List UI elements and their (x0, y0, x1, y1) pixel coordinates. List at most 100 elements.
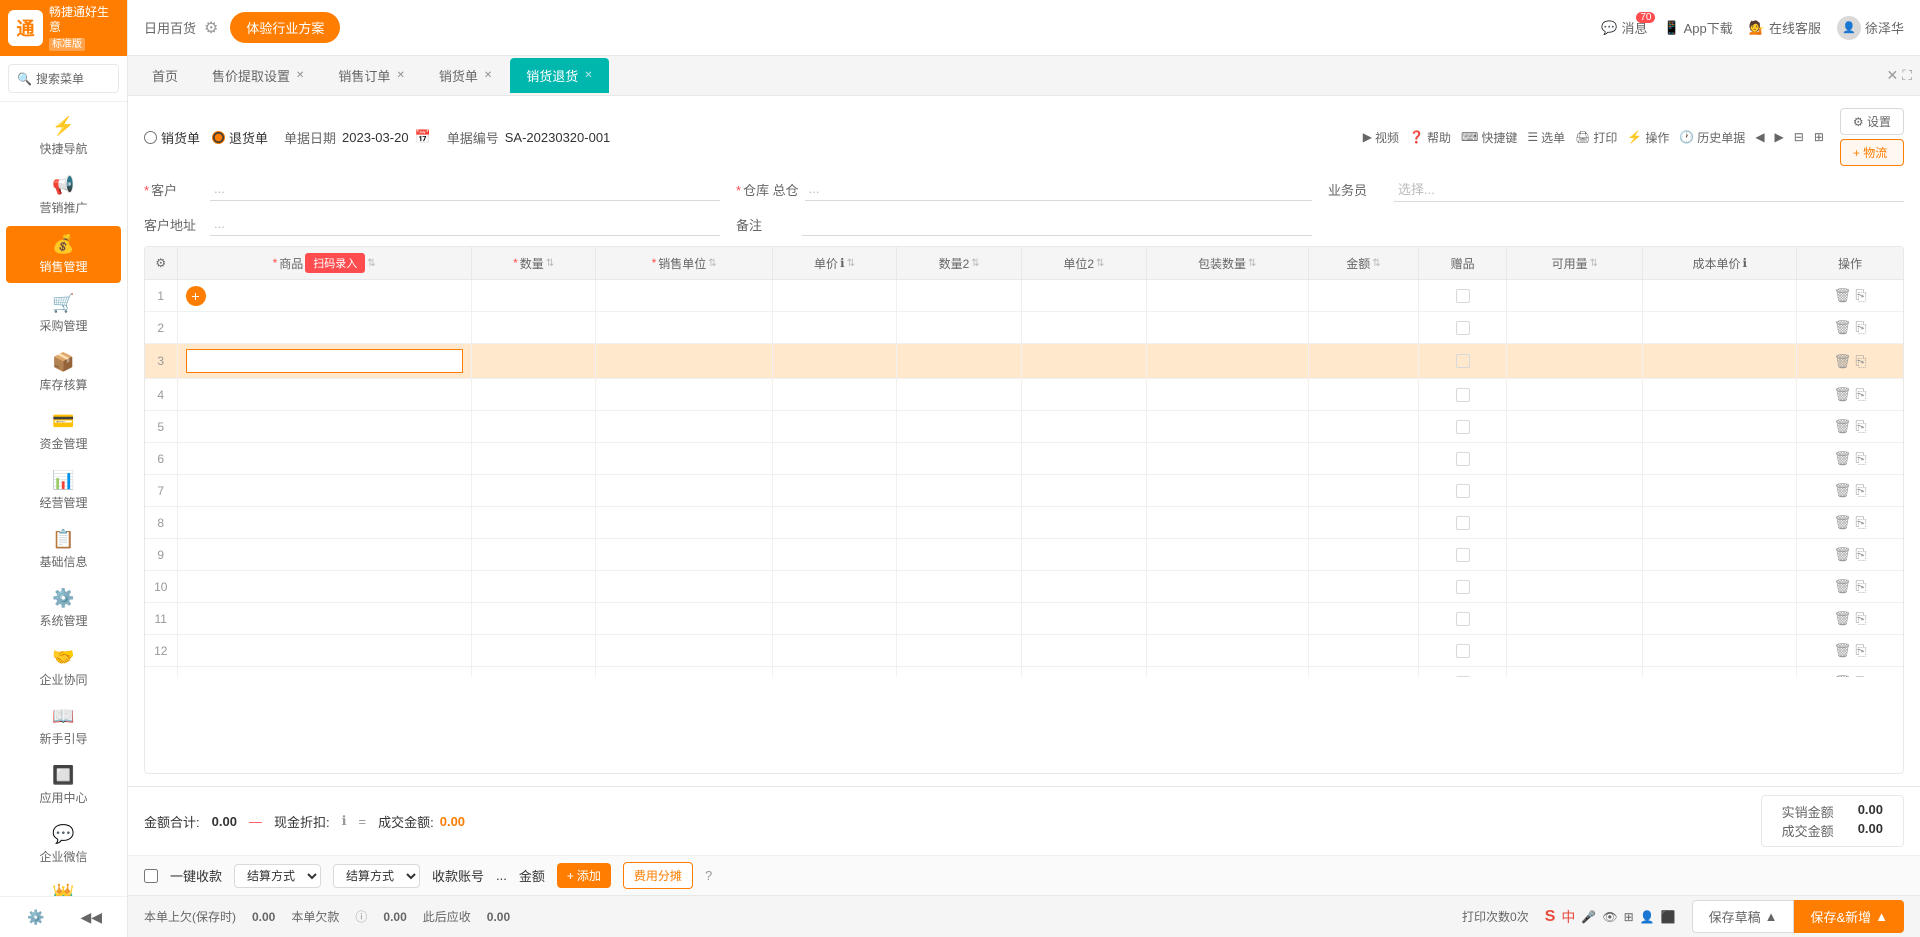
unit2-cell-5[interactable] (1022, 411, 1147, 443)
pack-qty-cell-6[interactable] (1146, 443, 1308, 475)
sidebar-item-资金管理[interactable]: 💳资金管理 (6, 403, 121, 460)
sale-unit-cell-5[interactable] (596, 411, 772, 443)
sale-unit-cell-3[interactable] (596, 344, 772, 379)
unit2-cell-11[interactable] (1022, 603, 1147, 635)
sale-unit-cell-4[interactable] (596, 379, 772, 411)
unit2-sort-icon[interactable]: ⇅ (1096, 258, 1104, 269)
amount-cell-1[interactable] (1308, 280, 1418, 312)
gift-cell-11[interactable] (1419, 603, 1507, 635)
qty-cell-10[interactable] (471, 571, 596, 603)
add-row-button[interactable]: + (186, 286, 206, 306)
search-menu-button[interactable]: 🔍 搜索菜单 (8, 64, 119, 93)
gift-checkbox-5[interactable] (1456, 420, 1470, 434)
next-button[interactable]: ▶ (1775, 130, 1784, 144)
online-service-button[interactable]: 💁 在线客服 (1749, 18, 1821, 37)
draft-dropdown-icon[interactable]: ▲ (1765, 909, 1778, 924)
type-return-radio[interactable] (212, 131, 225, 144)
unit2-cell-1[interactable] (1022, 280, 1147, 312)
product-sort-icon[interactable]: ⇅ (367, 258, 375, 269)
pack-qty-cell-11[interactable] (1146, 603, 1308, 635)
copy-row-9[interactable]: ⎘ (1855, 546, 1866, 563)
copy-row-7[interactable]: ⎘ (1855, 482, 1866, 499)
maximize-button[interactable]: ⛶ (1902, 67, 1912, 84)
sidebar-item-新手引导[interactable]: 📖新手引导 (6, 698, 121, 755)
product-cell-7[interactable] (177, 475, 471, 507)
qty2-cell-11[interactable] (897, 603, 1022, 635)
qty-cell-6[interactable] (471, 443, 596, 475)
delete-row-13[interactable]: 🗑 (1834, 674, 1852, 677)
sidebar-item-企业微信[interactable]: 💬企业微信 (6, 816, 121, 873)
unit-price-cell-8[interactable] (772, 507, 897, 539)
product-cell-11[interactable] (177, 603, 471, 635)
grid-icon[interactable]: ⊞ (1624, 910, 1634, 924)
qty2-cell-8[interactable] (897, 507, 1022, 539)
qty2-cell-5[interactable] (897, 411, 1022, 443)
operate-button[interactable]: ⚡ 操作 (1627, 129, 1669, 146)
qty-cell-12[interactable] (471, 635, 596, 667)
pack-qty-cell-3[interactable] (1146, 344, 1308, 379)
close-tab-button[interactable]: ✕ (1886, 67, 1898, 84)
gift-cell-13[interactable] (1419, 667, 1507, 678)
cost-price-cell-7[interactable] (1643, 475, 1797, 507)
gift-checkbox-9[interactable] (1456, 548, 1470, 562)
amount-cell-13[interactable] (1308, 667, 1418, 678)
qty-cell-13[interactable] (471, 667, 596, 678)
sale-unit-cell-11[interactable] (596, 603, 772, 635)
unit-price-cell-7[interactable] (772, 475, 897, 507)
pack-qty-cell-5[interactable] (1146, 411, 1308, 443)
qty2-cell-3[interactable] (897, 344, 1022, 379)
delete-row-10[interactable]: 🗑 (1834, 578, 1852, 595)
unit2-cell-12[interactable] (1022, 635, 1147, 667)
mic-icon[interactable]: 🎤 (1581, 910, 1596, 924)
amount-cell-7[interactable] (1308, 475, 1418, 507)
amount-sort-icon[interactable]: ⇅ (1372, 258, 1380, 269)
tab-close-3[interactable]: ✕ (484, 70, 492, 81)
amount-cell-12[interactable] (1308, 635, 1418, 667)
person-icon[interactable]: 👤 (1640, 910, 1655, 924)
product-cell-4[interactable] (177, 379, 471, 411)
amount-cell-4[interactable] (1308, 379, 1418, 411)
cost-price-cell-12[interactable] (1643, 635, 1797, 667)
gift-cell-10[interactable] (1419, 571, 1507, 603)
product-cell-1[interactable]: + (177, 280, 471, 312)
unit-price-cell-10[interactable] (772, 571, 897, 603)
product-cell-13[interactable] (177, 667, 471, 678)
available-cell-8[interactable] (1507, 507, 1643, 539)
cost-price-cell-11[interactable] (1643, 603, 1797, 635)
copy-row-13[interactable]: ⎘ (1855, 674, 1866, 677)
unit2-cell-13[interactable] (1022, 667, 1147, 678)
product-cell-6[interactable] (177, 443, 471, 475)
pack-qty-cell-12[interactable] (1146, 635, 1308, 667)
unit2-cell-9[interactable] (1022, 539, 1147, 571)
qty2-cell-4[interactable] (897, 379, 1022, 411)
sale-unit-cell-7[interactable] (596, 475, 772, 507)
product-cell-9[interactable] (177, 539, 471, 571)
sale-unit-cell-8[interactable] (596, 507, 772, 539)
sale-unit-cell-1[interactable] (596, 280, 772, 312)
sidebar-item-畅会员[interactable]: 👑畅会员 (6, 875, 121, 896)
gift-checkbox-11[interactable] (1456, 612, 1470, 626)
qty-cell-8[interactable] (471, 507, 596, 539)
amount-cell-9[interactable] (1308, 539, 1418, 571)
settings-action-button[interactable]: ⚙ 设置 (1840, 108, 1904, 135)
pack-qty-cell-9[interactable] (1146, 539, 1308, 571)
sidebar-collapse-icon[interactable]: ◀◀ (79, 905, 103, 929)
qty-sort-icon[interactable]: ⇅ (546, 258, 554, 269)
save-new-button[interactable]: 保存&新增 ▲ (1794, 900, 1904, 933)
message-button[interactable]: 💬 消息 70 (1601, 18, 1647, 37)
amount-cell-5[interactable] (1308, 411, 1418, 443)
unit2-cell-2[interactable] (1022, 312, 1147, 344)
unit-price-cell-12[interactable] (772, 635, 897, 667)
unit2-cell-7[interactable] (1022, 475, 1147, 507)
qty2-cell-7[interactable] (897, 475, 1022, 507)
delete-row-5[interactable]: 🗑 (1834, 418, 1852, 435)
video-button[interactable]: ▶ 视频 (1363, 129, 1399, 146)
product-cell-3[interactable] (177, 344, 471, 379)
cost-price-cell-4[interactable] (1643, 379, 1797, 411)
print-button[interactable]: 🖨 打印 (1575, 129, 1617, 146)
add-payment-button[interactable]: + 添加 (557, 863, 611, 888)
prev-button[interactable]: ◀ (1755, 130, 1764, 144)
staff-input[interactable]: 选择... (1394, 176, 1904, 202)
gift-cell-5[interactable] (1419, 411, 1507, 443)
tab-2[interactable]: 销售订单✕ (322, 58, 420, 93)
